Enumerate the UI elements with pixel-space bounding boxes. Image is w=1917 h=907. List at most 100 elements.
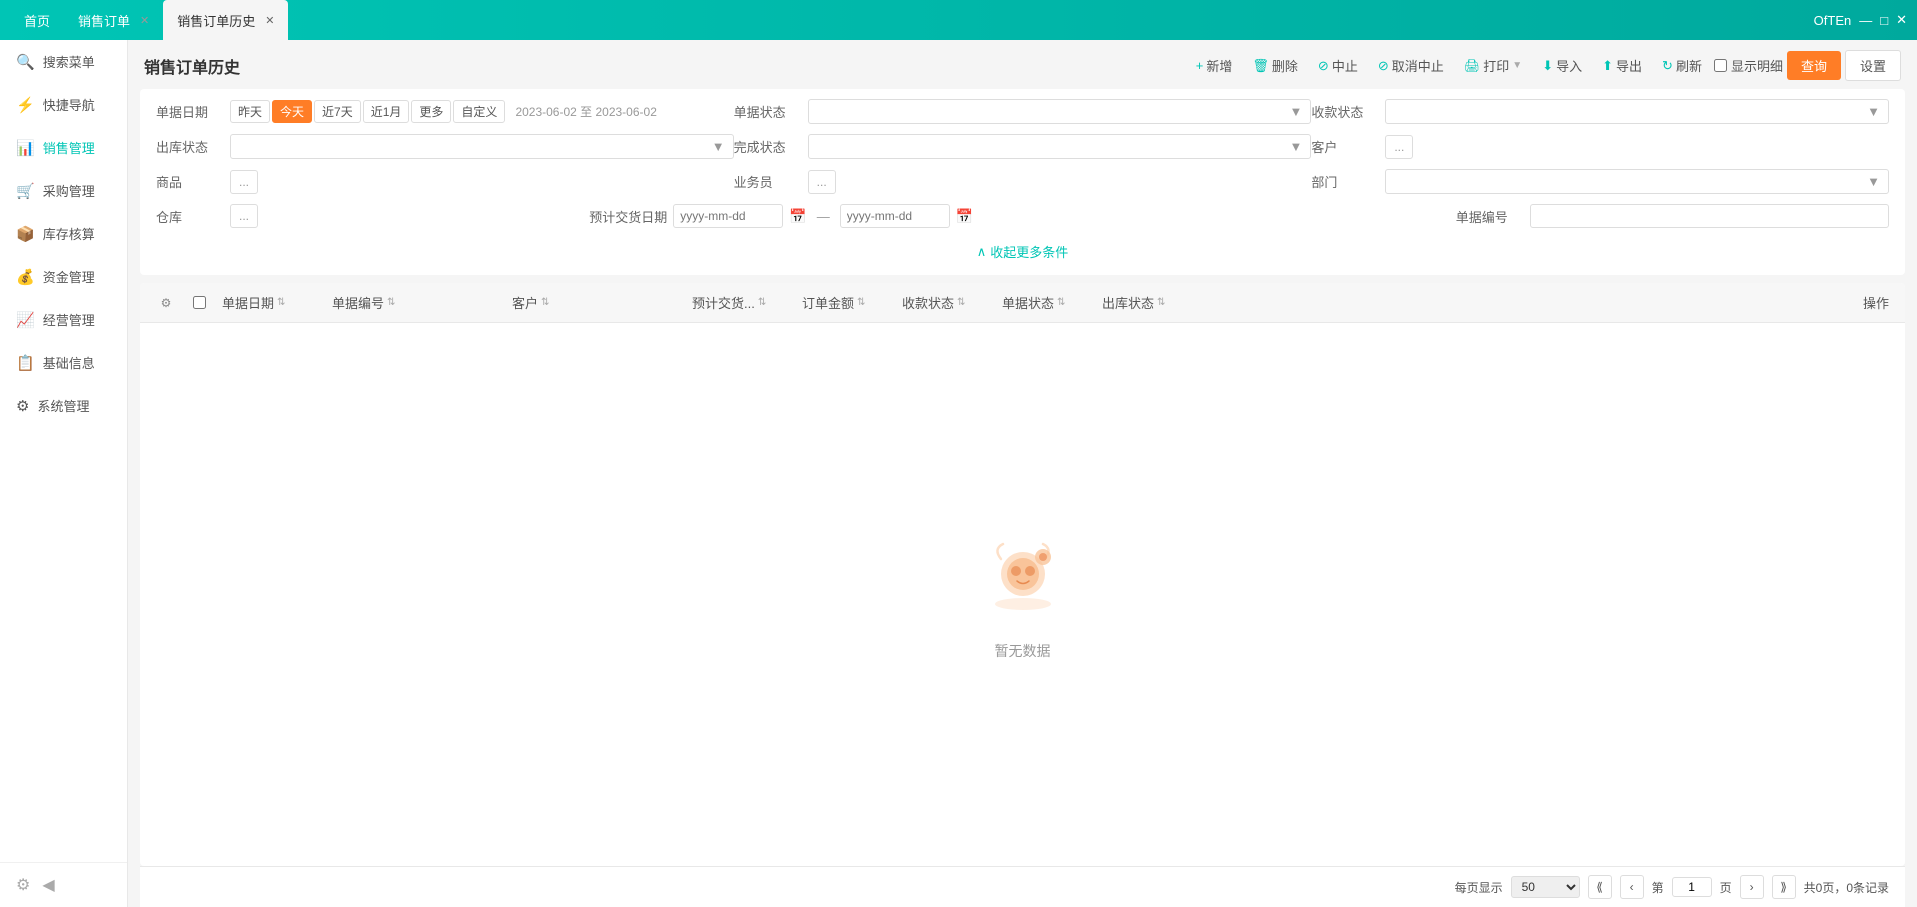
department-label: 部门 <box>1311 172 1379 191</box>
complete-status-select[interactable]: ▼ <box>808 134 1312 159</box>
stop-button[interactable]: ⊘ 中止 <box>1310 52 1366 79</box>
calendar-end-icon[interactable]: 📅 <box>956 208 973 225</box>
sidebar-item-operations[interactable]: 📈 经营管理 <box>0 298 127 341</box>
delete-button[interactable]: 🗑 删除 <box>1244 52 1306 79</box>
delivery-date-start[interactable] <box>673 204 783 228</box>
sidebar-item-quick-nav[interactable]: ⚡ 快捷导航 <box>0 83 127 126</box>
page-number-input[interactable] <box>1672 877 1712 897</box>
sidebar-item-finance[interactable]: 💰 资金管理 <box>0 255 127 298</box>
tab-sales-order-close[interactable]: ✕ <box>140 14 149 27</box>
sidebar-item-search-menu[interactable]: 🔍 搜索菜单 <box>0 40 127 83</box>
delivery-date-end[interactable] <box>840 204 950 228</box>
bill-status-label: 单据状态 <box>734 102 802 121</box>
settings-button[interactable]: 设置 <box>1845 50 1901 81</box>
bill-status-select[interactable]: ▼ <box>808 99 1312 124</box>
close-icon[interactable]: ✕ <box>1896 12 1907 28</box>
date-range-btns: 昨天 今天 近7天 近1月 更多 自定义 <box>230 100 505 123</box>
th-settings[interactable]: ⚙ <box>148 296 184 310</box>
product-input[interactable]: ... <box>230 170 258 194</box>
sidebar-item-quick-nav-label: 快捷导航 <box>43 95 95 114</box>
date-btn-yesterday[interactable]: 昨天 <box>230 100 270 123</box>
sidebar-collapse-icon[interactable]: ◀ <box>42 875 54 895</box>
display-columns-input[interactable] <box>1714 59 1727 72</box>
page-prev-button[interactable]: ‹ <box>1620 875 1644 899</box>
delivery-date-label: 预计交货日期 <box>589 207 667 226</box>
th-number[interactable]: 单据编号 ⇅ <box>324 293 504 312</box>
bill-number-input[interactable] <box>1530 204 1889 228</box>
warehouse-input[interactable]: ... <box>230 204 258 228</box>
date-label: 单据日期 <box>156 102 224 121</box>
collapse-button[interactable]: ∧ 收起更多条件 <box>156 238 1889 265</box>
tab-sales-history-close[interactable]: ✕ <box>265 14 274 27</box>
customer-input[interactable]: ... <box>1385 135 1413 159</box>
sort-amount-icon: ⇅ <box>857 297 865 308</box>
print-button[interactable]: 🖨 打印 ▼ <box>1456 52 1530 79</box>
th-date[interactable]: 单据日期 ⇅ <box>214 293 324 312</box>
page-header: 销售订单历史 + 新增 🗑 删除 ⊘ 中止 ⊘ 取消中止 <box>128 40 1917 89</box>
th-customer[interactable]: 客户 ⇅ <box>504 293 684 312</box>
query-button[interactable]: 查询 <box>1787 51 1841 80</box>
print-label: 打印 <box>1483 56 1509 75</box>
export-button[interactable]: ⬆ 导出 <box>1594 52 1650 79</box>
filter-out-status-col: 出库状态 ▼ <box>156 134 734 159</box>
search-menu-icon: 🔍 <box>16 53 35 71</box>
out-status-select[interactable]: ▼ <box>230 134 734 159</box>
date-btn-7days[interactable]: 近7天 <box>314 100 361 123</box>
th-amount-label: 订单金额 <box>802 293 854 312</box>
department-select[interactable]: ▼ <box>1385 169 1889 194</box>
add-button[interactable]: + 新增 <box>1188 52 1241 79</box>
th-checkbox[interactable] <box>184 296 214 309</box>
maximize-icon[interactable]: □ <box>1880 13 1888 28</box>
calendar-start-icon[interactable]: 📅 <box>789 208 806 225</box>
collapse-label: 收起更多条件 <box>990 242 1068 261</box>
tab-home[interactable]: 首页 <box>10 0 64 40</box>
minimize-icon[interactable]: — <box>1859 13 1872 28</box>
print-dropdown-icon: ▼ <box>1512 60 1522 71</box>
th-payment[interactable]: 收款状态 ⇅ <box>894 293 994 312</box>
th-out-status[interactable]: 出库状态 ⇅ <box>1094 293 1194 312</box>
collapse-up-icon: ∧ <box>977 244 987 260</box>
complete-status-label: 完成状态 <box>734 137 802 156</box>
th-out-status-label: 出库状态 <box>1102 293 1154 312</box>
page-first-button[interactable]: ⟪ <box>1588 875 1612 899</box>
tab-sales-history[interactable]: 销售订单历史 ✕ <box>163 0 288 40</box>
page-next-button[interactable]: › <box>1740 875 1764 899</box>
filter-salesperson-col: 业务员 ... <box>734 170 1312 194</box>
sidebar-item-basic-info[interactable]: 📋 基础信息 <box>0 341 127 384</box>
sidebar-item-sales[interactable]: 📊 销售管理 <box>0 126 127 169</box>
salesperson-input[interactable]: ... <box>808 170 836 194</box>
tab-sales-order[interactable]: 销售订单 ✕ <box>64 0 163 40</box>
add-icon: + <box>1196 58 1204 73</box>
display-columns-label: 显示明细 <box>1731 56 1783 75</box>
salesperson-label: 业务员 <box>734 172 802 191</box>
sidebar-item-inventory[interactable]: 📦 库存核算 <box>0 212 127 255</box>
display-columns-checkbox[interactable]: 显示明细 <box>1714 56 1783 75</box>
date-btn-1month[interactable]: 近1月 <box>363 100 410 123</box>
th-bill-status-label: 单据状态 <box>1002 293 1054 312</box>
date-btn-today[interactable]: 今天 <box>272 100 312 123</box>
th-bill-status[interactable]: 单据状态 ⇅ <box>994 293 1094 312</box>
filter-row-1: 单据日期 昨天 今天 近7天 近1月 更多 自定义 2023-06-02 至 2… <box>156 99 1889 124</box>
page-last-button[interactable]: ⟫ <box>1772 875 1796 899</box>
purchase-icon: 🛒 <box>16 182 35 200</box>
payment-status-select[interactable]: ▼ <box>1385 99 1889 124</box>
sidebar-item-purchase[interactable]: 🛒 采购管理 <box>0 169 127 212</box>
sidebar-settings-icon[interactable]: ⚙ <box>16 875 30 895</box>
select-all-checkbox[interactable] <box>193 296 206 309</box>
th-payment-label: 收款状态 <box>902 293 954 312</box>
sidebar-item-sys-mgmt[interactable]: ⚙ 系统管理 <box>0 384 127 427</box>
sidebar-item-operations-label: 经营管理 <box>43 310 95 329</box>
date-range-text: 2023-06-02 至 2023-06-02 <box>515 103 656 120</box>
date-btn-custom[interactable]: 自定义 <box>453 100 505 123</box>
sidebar-item-basic-info-label: 基础信息 <box>43 353 95 372</box>
th-delivery[interactable]: 预计交货... ⇅ <box>684 293 794 312</box>
refresh-button[interactable]: ↻ 刷新 <box>1654 52 1710 79</box>
sidebar: 🔍 搜索菜单 ⚡ 快捷导航 📊 销售管理 🛒 采购管理 📦 库存核算 💰 资金管… <box>0 40 128 907</box>
import-button[interactable]: ⬇ 导入 <box>1534 52 1590 79</box>
cancel-stop-button[interactable]: ⊘ 取消中止 <box>1370 52 1452 79</box>
filter-row-2: 出库状态 ▼ 完成状态 ▼ 客户 ... <box>156 134 1889 159</box>
sort-number-icon: ⇅ <box>387 297 395 308</box>
per-page-select[interactable]: 50 20 100 <box>1511 876 1580 898</box>
date-btn-more[interactable]: 更多 <box>411 100 451 123</box>
th-amount[interactable]: 订单金额 ⇅ <box>794 293 894 312</box>
